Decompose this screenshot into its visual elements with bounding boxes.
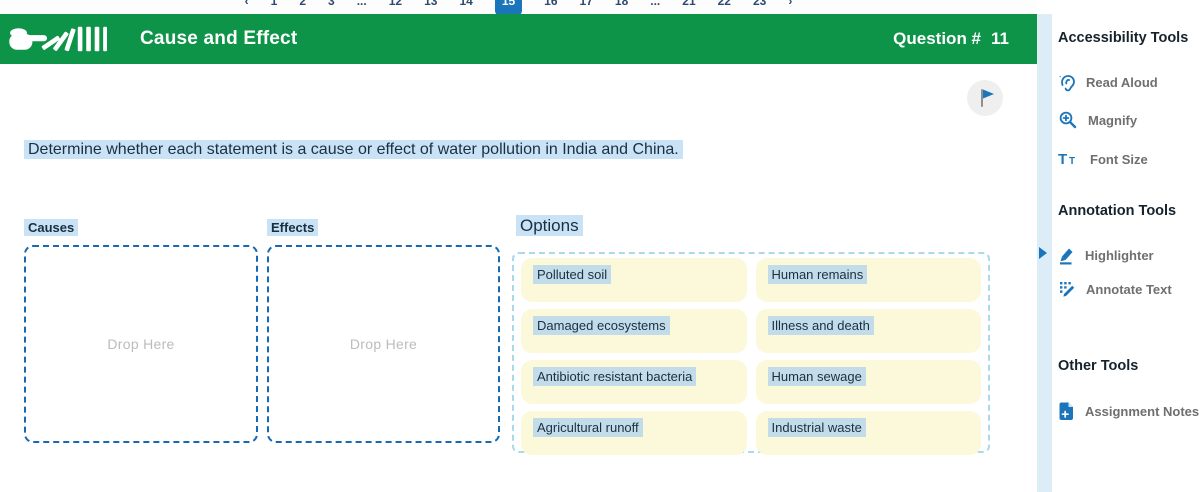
question-counter: Question # 11 — [893, 29, 1009, 49]
causes-dropzone[interactable]: Drop Here — [24, 245, 258, 443]
options-label: Options — [516, 215, 583, 236]
pagination-item[interactable]: 17 — [580, 0, 593, 14]
tool-assignment-notes[interactable]: Assignment Notes — [1058, 401, 1199, 421]
drop-placeholder: Drop Here — [349, 336, 418, 352]
pagination-item[interactable]: 21 — [682, 0, 695, 14]
main-column: ‹ 1 2 3 ... 12 13 14 15 16 17 18 ... 21 … — [0, 0, 1037, 492]
activity-header: Cause and Effect Question # 11 — [0, 14, 1037, 64]
flag-icon — [981, 89, 994, 107]
pagination-ellipsis: ... — [356, 0, 367, 8]
drop-placeholder: Drop Here — [107, 336, 175, 352]
pagination-ellipsis: ... — [650, 0, 661, 8]
section-title-annotation: Annotation Tools — [1058, 203, 1177, 219]
option-card[interactable]: Antibiotic resistant bacteria — [521, 360, 747, 404]
svg-text:T: T — [1069, 156, 1075, 167]
section-title-accessibility: Accessibility Tools — [1058, 30, 1189, 46]
sidebar-divider-strip — [1037, 0, 1052, 492]
option-card[interactable]: Human remains — [755, 258, 981, 302]
question-pagination: ‹ 1 2 3 ... 12 13 14 15 16 17 18 ... 21 … — [0, 0, 1037, 14]
tool-font-size[interactable]: T T Font Size — [1058, 150, 1148, 168]
options-container: Polluted soil Human remains Damaged ecos… — [512, 252, 990, 455]
domino-logo-icon — [9, 26, 107, 52]
font-size-icon: T T — [1058, 151, 1075, 168]
question-text: Determine whether each statement is a ca… — [24, 140, 683, 159]
question-number: 11 — [991, 29, 1009, 48]
tool-annotate-text[interactable]: Annotate Text — [1058, 280, 1172, 298]
tool-magnify[interactable]: Magnify — [1058, 110, 1137, 130]
app-window: ‹ 1 2 3 ... 12 13 14 15 16 17 18 ... 21 … — [0, 0, 1200, 492]
read-aloud-icon — [1059, 75, 1075, 92]
pagination-item[interactable]: 16 — [544, 0, 557, 14]
section-title-other: Other Tools — [1058, 358, 1139, 374]
causes-label: Causes — [24, 219, 79, 236]
option-card[interactable]: Human sewage — [755, 360, 981, 404]
annotate-text-icon — [1060, 282, 1075, 297]
question-label: Question # — [893, 29, 982, 48]
pagination-item[interactable]: 18 — [615, 0, 628, 14]
option-card[interactable]: Polluted soil — [521, 258, 747, 302]
svg-text:T: T — [1058, 151, 1067, 168]
pagination-next[interactable]: › — [788, 0, 792, 14]
magnify-icon — [1059, 111, 1077, 129]
question-area: Determine whether each statement is a ca… — [0, 64, 1037, 492]
pagination-item[interactable]: 12 — [389, 0, 402, 14]
option-card[interactable]: Damaged ecosystems — [521, 309, 747, 353]
effects-label: Effects — [267, 219, 319, 236]
assignment-notes-icon — [1059, 402, 1073, 420]
effects-dropzone[interactable]: Drop Here — [267, 245, 500, 443]
pagination-item[interactable]: 14 — [459, 0, 472, 14]
pagination-item-active[interactable]: 15 — [494, 0, 523, 14]
highlighter-icon — [1060, 248, 1073, 265]
page-title: Cause and Effect — [140, 28, 298, 49]
pagination-item[interactable]: 13 — [424, 0, 437, 14]
pagination-item[interactable]: 1 — [271, 0, 278, 14]
tools-sidebar: Accessibility Tools Read Aloud Magnify T… — [1052, 0, 1200, 492]
option-card[interactable]: Industrial waste — [755, 411, 981, 455]
pagination-item[interactable]: 23 — [753, 0, 766, 14]
pagination-item[interactable]: 3 — [328, 0, 335, 14]
pagination-item[interactable]: 22 — [718, 0, 731, 14]
pagination-prev[interactable]: ‹ — [245, 0, 249, 14]
sidebar-collapse-arrow[interactable] — [1039, 247, 1047, 259]
pagination-item[interactable]: 2 — [299, 0, 306, 14]
tool-highlighter[interactable]: Highlighter — [1058, 245, 1154, 265]
tool-read-aloud[interactable]: Read Aloud — [1058, 72, 1158, 92]
option-card[interactable]: Agricultural runoff — [521, 411, 747, 455]
option-card[interactable]: Illness and death — [755, 309, 981, 353]
flag-question-button[interactable] — [967, 80, 1003, 116]
